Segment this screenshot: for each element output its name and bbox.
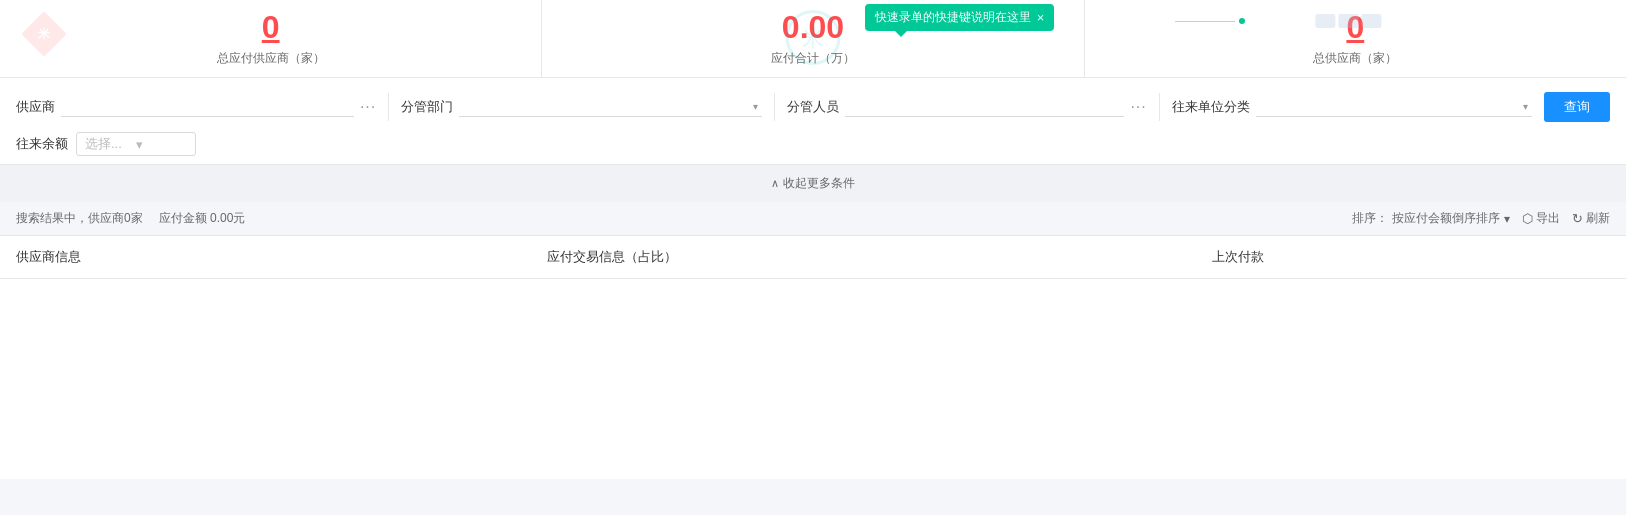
sort-label: 排序：: [1352, 210, 1388, 227]
sort-selector[interactable]: 排序： 按应付会额倒序排序 ▾: [1352, 210, 1510, 227]
result-amount: 应付金额 0.00元: [159, 210, 246, 227]
filter-supplier: 供应商 ···: [16, 97, 376, 117]
query-button[interactable]: 查询: [1544, 92, 1610, 122]
filter-person: 分管人员 ···: [787, 97, 1147, 117]
col-header-last-payment: 上次付款: [1212, 248, 1611, 266]
department-select[interactable]: [459, 97, 761, 116]
tooltip-close-icon[interactable]: ×: [1037, 11, 1045, 24]
unit-class-select-wrapper[interactable]: ▾: [1256, 97, 1532, 117]
svg-text:米: 米: [802, 25, 824, 50]
tooltip-bubble: 快速录单的快捷键说明在这里 ×: [865, 4, 1055, 31]
filter-department: 分管部门 ▾: [401, 97, 761, 117]
collapse-button[interactable]: ∧ 收起更多条件: [755, 171, 871, 196]
refresh-button[interactable]: ↻ 刷新: [1572, 210, 1610, 227]
stat-total-suppliers: 快速录单的快捷键说明在这里 × 0 总供应商（家）: [1085, 0, 1626, 77]
export-label: 导出: [1536, 210, 1560, 227]
supplier-label: 供应商: [16, 98, 55, 116]
balance-label: 往来余额: [16, 135, 68, 153]
unit-class-label: 往来单位分类: [1172, 98, 1250, 116]
balance-arrow-icon: ▾: [136, 137, 187, 152]
table-header: 供应商信息 应付交易信息（占比） 上次付款: [0, 236, 1626, 279]
refresh-label: 刷新: [1586, 210, 1610, 227]
export-button[interactable]: ⬡ 导出: [1522, 210, 1560, 227]
collapse-label: 收起更多条件: [783, 175, 855, 192]
col-header-supplier: 供应商信息: [16, 248, 547, 266]
table-body: [0, 279, 1626, 479]
supplier-dots-btn[interactable]: ···: [360, 98, 376, 116]
collapse-chevron-icon: ∧: [771, 177, 779, 190]
filter-row-2: 往来余额 选择... ▾: [16, 132, 1610, 156]
svg-text:米: 米: [37, 27, 51, 41]
tooltip-text: 快速录单的快捷键说明在这里: [875, 9, 1031, 26]
unit-class-select[interactable]: [1256, 97, 1532, 116]
total-suppliers-label: 总供应商（家）: [1313, 50, 1397, 67]
col-header-transaction: 应付交易信息（占比）: [547, 248, 1211, 266]
export-icon: ⬡: [1522, 211, 1533, 226]
filter-bar: 供应商 ··· 分管部门 ▾ 分管人员 ··· 往来单位分类: [0, 78, 1626, 165]
result-info: 搜索结果中，供应商0家 应付金额 0.00元: [16, 210, 245, 227]
filter-row-1: 供应商 ··· 分管部门 ▾ 分管人员 ··· 往来单位分类: [16, 92, 1610, 122]
balance-select[interactable]: 选择... ▾: [76, 132, 196, 156]
sort-option: 按应付会额倒序排序: [1392, 210, 1500, 227]
collapse-row: ∧ 收起更多条件: [0, 165, 1626, 202]
payable-suppliers-number: 0: [262, 10, 280, 45]
result-supplier-count: 搜索结果中，供应商0家: [16, 210, 143, 227]
payable-suppliers-label: 总应付供应商（家）: [217, 50, 325, 67]
person-label: 分管人员: [787, 98, 839, 116]
person-dots-btn[interactable]: ···: [1130, 98, 1146, 116]
filter-unit-class: 往来单位分类 ▾: [1172, 97, 1532, 117]
sort-arrow-icon: ▾: [1504, 212, 1510, 226]
person-input[interactable]: [845, 97, 1125, 117]
refresh-icon: ↻: [1572, 211, 1583, 226]
department-select-wrapper[interactable]: ▾: [459, 97, 761, 117]
supplier-input[interactable]: [61, 97, 354, 117]
stat-total-payable-suppliers: 米 0 总应付供应商（家）: [0, 0, 542, 77]
balance-placeholder: 选择...: [85, 135, 136, 153]
result-bar: 搜索结果中，供应商0家 应付金额 0.00元 排序： 按应付会额倒序排序 ▾ ⬡…: [0, 202, 1626, 236]
result-actions: 排序： 按应付会额倒序排序 ▾ ⬡ 导出 ↻ 刷新: [1352, 210, 1610, 227]
department-label: 分管部门: [401, 98, 453, 116]
